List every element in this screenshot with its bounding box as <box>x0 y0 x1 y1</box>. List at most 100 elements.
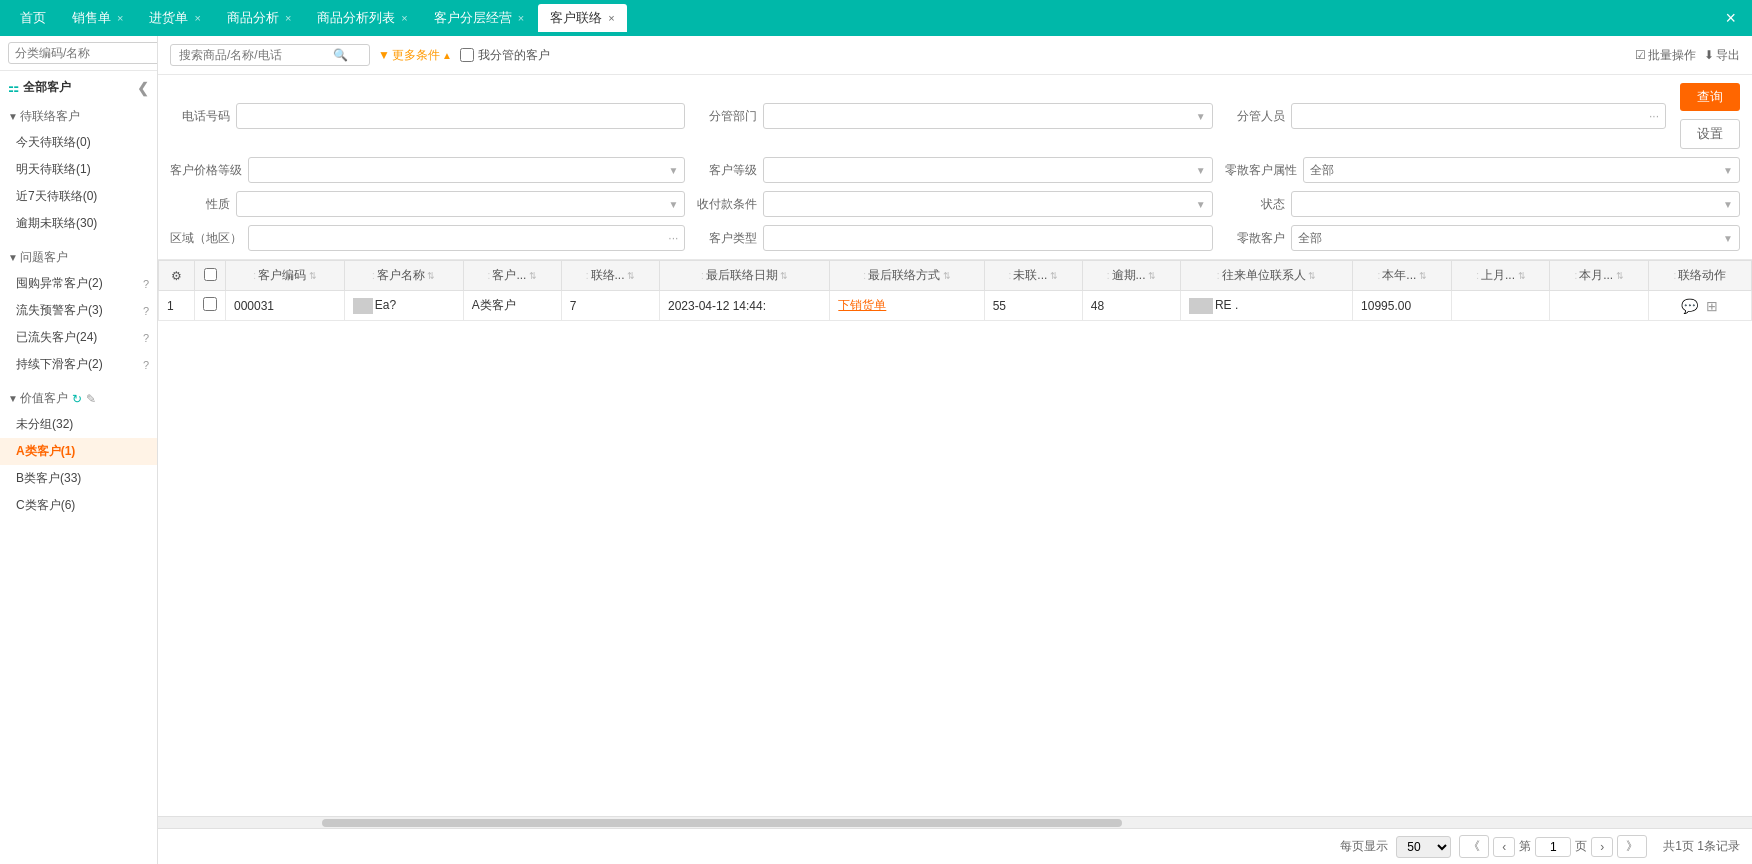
filter-row-dept: 分管部门 ▼ <box>697 83 1212 149</box>
close-all-icon[interactable]: × <box>1717 8 1744 29</box>
table-header-11[interactable]: :本年... ⇅ <box>1353 261 1452 291</box>
filter-row-phone: 电话号码 <box>170 83 685 149</box>
query-btn[interactable]: 查询 <box>1680 83 1740 111</box>
table-header-0[interactable]: ⚙ <box>159 261 195 291</box>
page-nav: 《 ‹ 第 页 › 》 <box>1459 835 1647 858</box>
close-tab-sales-icon[interactable]: × <box>117 12 123 24</box>
sidebar-section-title[interactable]: ▼ 待联络客户 <box>0 104 157 129</box>
customer-level-select[interactable]: ▼ <box>763 157 1212 183</box>
sidebar-item[interactable]: B类客户(33) <box>0 465 157 492</box>
my-customer-checkbox[interactable] <box>460 48 474 62</box>
person-select[interactable]: ··· <box>1291 103 1666 129</box>
nav-tab-analysis-list[interactable]: 商品分析列表× <box>305 4 419 32</box>
nav-tab-purchase[interactable]: 进货单× <box>137 4 212 32</box>
sidebar-item-label: 近7天待联络(0) <box>16 188 97 205</box>
sidebar-item[interactable]: 囤购异常客户(2)? <box>0 270 157 297</box>
setting-btn[interactable]: 设置 <box>1680 119 1740 149</box>
page-input[interactable] <box>1535 837 1571 857</box>
contact-method-link[interactable]: 下销货单 <box>838 298 886 312</box>
nav-tab-home[interactable]: 首页 <box>8 4 58 32</box>
retail-select[interactable]: 全部▼ <box>1291 225 1740 251</box>
close-tab-analysis-list-icon[interactable]: × <box>401 12 407 24</box>
table-header-1[interactable] <box>195 261 226 291</box>
grid-action-icon[interactable]: ⊞ <box>1706 298 1718 314</box>
sort-icon: ⇅ <box>778 271 789 281</box>
last-page-btn[interactable]: 》 <box>1617 835 1647 858</box>
table-header-5[interactable]: :联络... ⇅ <box>561 261 659 291</box>
retail-attr-select[interactable]: 全部▼ <box>1303 157 1740 183</box>
sidebar-section-title[interactable]: ▼ 问题客户 <box>0 245 157 270</box>
more-filter-btn[interactable]: ▼ 更多条件 ▲ <box>378 47 452 64</box>
scroll-thumb[interactable] <box>322 819 1122 827</box>
table-header-14[interactable]: :联络动作 <box>1648 261 1751 291</box>
sidebar-item[interactable]: 未分组(32) <box>0 411 157 438</box>
edit-icon[interactable]: ✎ <box>86 392 96 406</box>
close-tab-customer-contact-icon[interactable]: × <box>608 12 614 24</box>
page-size-select[interactable]: 50 100 <box>1396 836 1451 858</box>
sidebar-item[interactable]: 近7天待联络(0) <box>0 183 157 210</box>
dept-select[interactable]: ▼ <box>763 103 1212 129</box>
nav-tab-sales[interactable]: 销售单× <box>60 4 135 32</box>
close-tab-purchase-icon[interactable]: × <box>194 12 200 24</box>
table-header-9[interactable]: :逾期... ⇅ <box>1082 261 1180 291</box>
sidebar-all-customers[interactable]: ⚏ 全部客户 ❮ <box>0 71 157 100</box>
select-all-checkbox[interactable] <box>204 268 217 281</box>
region-select[interactable]: ··· <box>248 225 685 251</box>
payment-select[interactable]: ▼ <box>763 191 1212 217</box>
table-header-8[interactable]: :未联... ⇅ <box>984 261 1082 291</box>
table-header-3[interactable]: :客户名称 ⇅ <box>344 261 463 291</box>
first-page-btn[interactable]: 《 <box>1459 835 1489 858</box>
sidebar-item[interactable]: A类客户(1) <box>0 438 157 465</box>
row-checkbox[interactable] <box>203 297 217 311</box>
filter-row-price-level: 客户价格等级 ▼ <box>170 157 685 183</box>
prev-page-btn[interactable]: ‹ <box>1493 837 1515 857</box>
status-select[interactable]: ▼ <box>1291 191 1740 217</box>
table-header-4[interactable]: :客户... ⇅ <box>463 261 561 291</box>
table-header-7[interactable]: :最后联络方式 ⇅ <box>830 261 984 291</box>
sidebar-item[interactable]: 流失预警客户(3)? <box>0 297 157 324</box>
filter-search-box: 🔍 <box>170 44 370 66</box>
settings-icon[interactable]: ⚙ <box>171 269 182 283</box>
scroll-bar-area[interactable] <box>158 816 1752 828</box>
nav-tab-customer-contact[interactable]: 客户联络× <box>538 4 626 32</box>
col-resize-icon: : <box>1476 270 1479 281</box>
sidebar-item[interactable]: 持续下滑客户(2)? <box>0 351 157 378</box>
table-body: 1000031Ea?A类客户72023-04-12 14:44:下销货单5548… <box>159 291 1752 321</box>
nature-select[interactable]: ▼ <box>236 191 685 217</box>
nav-tab-analysis[interactable]: 商品分析× <box>215 4 303 32</box>
adv-filter: 电话号码 分管部门 ▼ 分管人员 ··· 查询 设置 <box>158 75 1752 260</box>
export-btn[interactable]: ⬇ 导出 <box>1704 47 1740 64</box>
search-icon[interactable]: 🔍 <box>333 48 348 62</box>
price-level-select[interactable]: ▼ <box>248 157 685 183</box>
filter-row-customer-level: 客户等级 ▼ <box>697 157 1212 183</box>
nav-tab-customer-layer[interactable]: 客户分层经营× <box>422 4 536 32</box>
sidebar-item[interactable]: 明天待联络(1) <box>0 156 157 183</box>
row-uncontacted: 55 <box>984 291 1082 321</box>
table-header-2[interactable]: :客户编码 ⇅ <box>226 261 345 291</box>
sidebar-item[interactable]: 逾期未联络(30) <box>0 210 157 237</box>
sidebar-item[interactable]: C类客户(6) <box>0 492 157 519</box>
row-code: 000031 <box>226 291 345 321</box>
table-header-10[interactable]: :往来单位联系人 ⇅ <box>1180 261 1352 291</box>
next-page-btn[interactable]: › <box>1591 837 1613 857</box>
table-header-13[interactable]: :本月... ⇅ <box>1550 261 1648 291</box>
chat-action-icon[interactable]: 💬 <box>1681 298 1698 314</box>
col-label: 最后联络方式 <box>868 268 940 282</box>
sidebar-item[interactable]: 今天待联络(0) <box>0 129 157 156</box>
table-header-12[interactable]: :上月... ⇅ <box>1452 261 1550 291</box>
sidebar-section-title[interactable]: ▼ 价值客户 ↻✎ <box>0 386 157 411</box>
close-tab-customer-layer-icon[interactable]: × <box>518 12 524 24</box>
customer-table: ⚙ :客户编码 ⇅:客户名称 ⇅:客户... ⇅:联络... ⇅:最后联络日期 ⇅… <box>158 260 1752 321</box>
col-resize-icon: : <box>701 270 704 281</box>
sidebar-item[interactable]: 已流失客户(24)? <box>0 324 157 351</box>
sidebar-collapse-icon[interactable]: ❮ <box>137 80 149 96</box>
batch-op-btn[interactable]: ☑ 批量操作 <box>1635 47 1696 64</box>
phone-input[interactable] <box>236 103 685 129</box>
sidebar-search-input[interactable] <box>8 42 158 64</box>
refresh-icon[interactable]: ↻ <box>72 392 82 406</box>
person-label: 分管人员 <box>1225 108 1285 125</box>
search-input[interactable] <box>179 48 329 62</box>
customer-type-input[interactable] <box>763 225 1212 251</box>
close-tab-analysis-icon[interactable]: × <box>285 12 291 24</box>
table-header-6[interactable]: :最后联络日期 ⇅ <box>659 261 829 291</box>
